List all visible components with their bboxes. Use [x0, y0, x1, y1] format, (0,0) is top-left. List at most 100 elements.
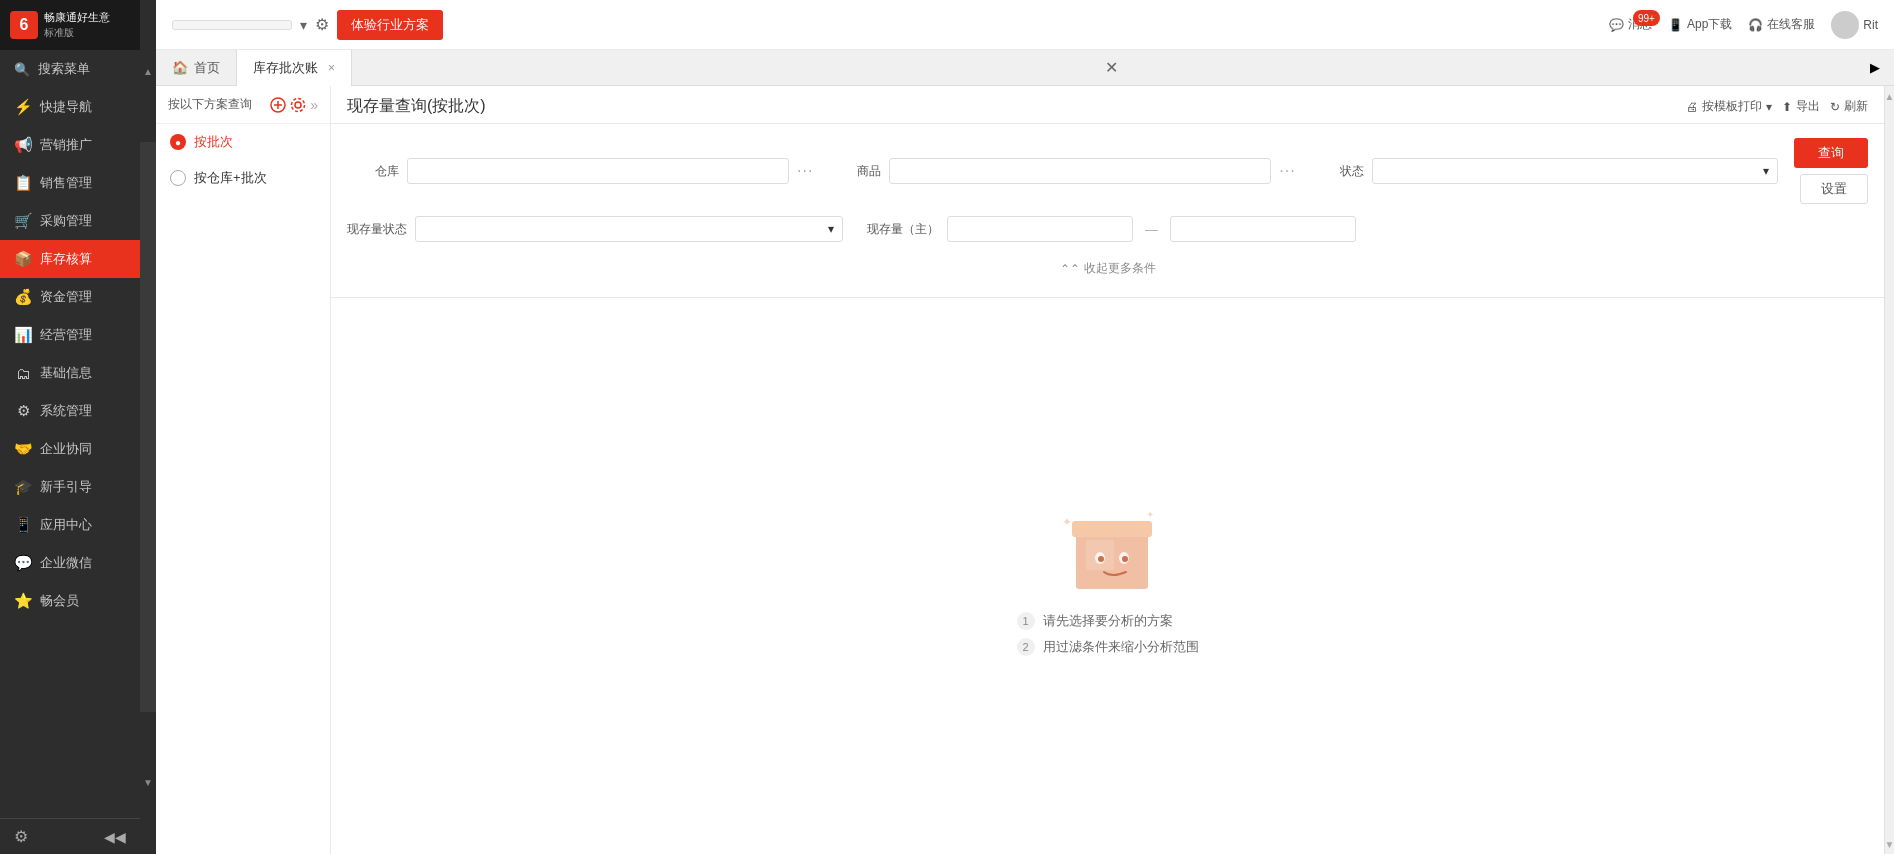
sidebar-item-member[interactable]: ⭐ 畅会员 [0, 582, 140, 620]
sidebar-item-system[interactable]: ⚙ 系统管理 [0, 392, 140, 430]
status-select[interactable]: ▾ [1372, 158, 1778, 184]
tab-close-button[interactable]: × [328, 61, 335, 75]
search-icon: 🔍 [14, 62, 30, 77]
topbar-left: ▾ ⚙ 体验行业方案 [172, 10, 1599, 40]
status-label: 状态 [1312, 163, 1364, 180]
sidebar-item-newbie[interactable]: 🎓 新手引导 [0, 468, 140, 506]
sidebar-item-label: 基础信息 [40, 364, 92, 382]
scrollbar-up[interactable]: ▲ [1885, 86, 1894, 106]
product-input[interactable] [889, 158, 1271, 184]
topbar-gear-button[interactable]: ⚙ [315, 15, 329, 34]
export-button[interactable]: ⬆ 导出 [1782, 98, 1820, 115]
svg-point-3 [295, 102, 301, 108]
newbie-icon: 🎓 [14, 478, 32, 496]
collapse-panel-button[interactable]: » [310, 97, 318, 113]
warehouse-field: 仓库 ··· [347, 158, 813, 184]
product-more-button[interactable]: ··· [1279, 162, 1295, 180]
filter-by-warehouse-batch-label: 按仓库+批次 [194, 169, 267, 187]
shortcut-icon: ⚡ [14, 98, 32, 116]
stock-status-select[interactable]: ▾ [415, 216, 843, 242]
user-menu[interactable]: Rit [1831, 11, 1878, 39]
stock-quantity-to-input[interactable] [1170, 216, 1356, 242]
collapse-more-button[interactable]: ⌃⌃ 收起更多条件 [347, 254, 1868, 283]
settings-button[interactable]: ⚙ [14, 827, 28, 846]
print-icon: 🖨 [1686, 100, 1698, 114]
sidebar-item-finance[interactable]: 💰 资金管理 [0, 278, 140, 316]
sidebar-item-sales[interactable]: 📋 销售管理 [0, 164, 140, 202]
instruction-text-1: 请先选择要分析的方案 [1043, 612, 1173, 630]
svg-rect-6 [1072, 521, 1152, 537]
filter-item-by-warehouse-batch[interactable]: 按仓库+批次 [156, 160, 330, 196]
warehouse-label: 仓库 [347, 163, 399, 180]
sidebar-item-marketing[interactable]: 📢 营销推广 [0, 126, 140, 164]
warehouse-input[interactable] [407, 158, 789, 184]
page-header-actions: 🖨 按模板打印 ▾ ⬆ 导出 ↻ 刷新 [1686, 98, 1868, 115]
filter-item-by-batch[interactable]: ● 按批次 [156, 124, 330, 160]
scroll-down-arrow[interactable]: ▼ [140, 712, 156, 854]
sidebar-item-label: 经营管理 [40, 326, 92, 344]
settings-button[interactable]: 设置 [1800, 174, 1868, 204]
topbar-dropdown-button[interactable]: ▾ [300, 17, 307, 33]
sidebar-item-label: 销售管理 [40, 174, 92, 192]
sidebar-item-label: 新手引导 [40, 478, 92, 496]
content-area: 按以下方案查询 » ● 按批次 按仓库+批次 [156, 86, 1894, 854]
tab-panel-close-button[interactable]: ✕ [1091, 58, 1132, 77]
collapse-label: 收起更多条件 [1084, 260, 1156, 277]
avatar [1831, 11, 1859, 39]
empty-state: ✦ ✦ 1 请先选择要分析的方案 2 用过滤条件来缩小分析范围 [1017, 496, 1199, 656]
print-dropdown-icon: ▾ [1766, 100, 1772, 114]
collapse-up-icon: ⌃⌃ [1060, 262, 1080, 276]
topbar-search-box [172, 20, 292, 30]
message-badge: 99+ [1633, 10, 1660, 26]
inventory-icon: 📦 [14, 250, 32, 268]
sidebar-item-label: 库存核算 [40, 250, 92, 268]
sidebar-item-label: 畅会员 [40, 592, 79, 610]
sidebar-item-enterprise[interactable]: 🤝 企业协同 [0, 430, 140, 468]
sidebar-item-basics[interactable]: 🗂 基础信息 [0, 354, 140, 392]
right-scrollbar[interactable]: ▲ ▼ [1884, 86, 1894, 854]
tab-inventory-batch-label: 库存批次账 [253, 59, 318, 77]
operations-icon: 📊 [14, 326, 32, 344]
sidebar-search[interactable]: 🔍 搜索菜单 [0, 50, 140, 88]
app-download-button[interactable]: 📱 App下载 [1668, 16, 1732, 33]
sidebar-item-operations[interactable]: 📊 经营管理 [0, 316, 140, 354]
tab-home[interactable]: 🏠 首页 [156, 50, 237, 86]
sidebar-item-shortcut[interactable]: ⚡ 快捷导航 [0, 88, 140, 126]
sidebar-item-wechat[interactable]: 💬 企业微信 [0, 544, 140, 582]
scroll-up-arrow[interactable]: ▲ [140, 0, 156, 142]
app-label: App下载 [1687, 16, 1732, 33]
basics-icon: 🗂 [14, 364, 32, 382]
sidebar-item-label: 系统管理 [40, 402, 92, 420]
sidebar: 6 畅康通好生意 标准版 🔍 搜索菜单 ⚡ 快捷导航 📢 营销推广 📋 销售管理… [0, 0, 140, 854]
collapse-sidebar-button[interactable]: ◀◀ [104, 829, 126, 845]
sidebar-item-inventory[interactable]: 📦 库存核算 [0, 240, 140, 278]
sidebar-item-label: 营销推广 [40, 136, 92, 154]
query-button[interactable]: 查询 [1794, 138, 1868, 168]
status-dropdown-icon: ▾ [1763, 164, 1769, 178]
sales-icon: 📋 [14, 174, 32, 192]
print-button[interactable]: 🖨 按模板打印 ▾ [1686, 98, 1772, 115]
warehouse-more-button[interactable]: ··· [797, 162, 813, 180]
experience-button[interactable]: 体验行业方案 [337, 10, 443, 40]
sidebar-scrollbar: ▲ ▼ [140, 0, 156, 854]
add-scheme-button[interactable] [270, 97, 286, 113]
export-label: 导出 [1796, 98, 1820, 115]
sidebar-item-purchase[interactable]: 🛒 采购管理 [0, 202, 140, 240]
message-button[interactable]: 💬 消息 99+ [1609, 16, 1652, 33]
filter-by-batch-label: 按批次 [194, 133, 233, 151]
data-area: ✦ ✦ 1 请先选择要分析的方案 2 用过滤条件来缩小分析范围 [331, 298, 1884, 854]
system-icon: ⚙ [14, 402, 32, 420]
refresh-button[interactable]: ↻ 刷新 [1830, 98, 1868, 115]
scrollbar-down[interactable]: ▼ [1885, 834, 1894, 854]
page-title: 现存量查询(按批次) [347, 96, 486, 117]
sidebar-item-appstore[interactable]: 📱 应用中心 [0, 506, 140, 544]
stock-status-field: 现存量状态 ▾ [347, 216, 843, 242]
sidebar-header: 6 畅康通好生意 标准版 [0, 0, 140, 50]
filter-inactive-dot [170, 170, 186, 186]
scheme-settings-button[interactable] [290, 97, 306, 113]
tab-right-arrow[interactable]: ▶ [1870, 60, 1894, 75]
stock-quantity-from-input[interactable] [947, 216, 1133, 242]
tab-inventory-batch[interactable]: 库存批次账 × [237, 50, 352, 86]
service-button[interactable]: 🎧 在线客服 [1748, 16, 1815, 33]
message-icon: 💬 [1609, 18, 1624, 32]
